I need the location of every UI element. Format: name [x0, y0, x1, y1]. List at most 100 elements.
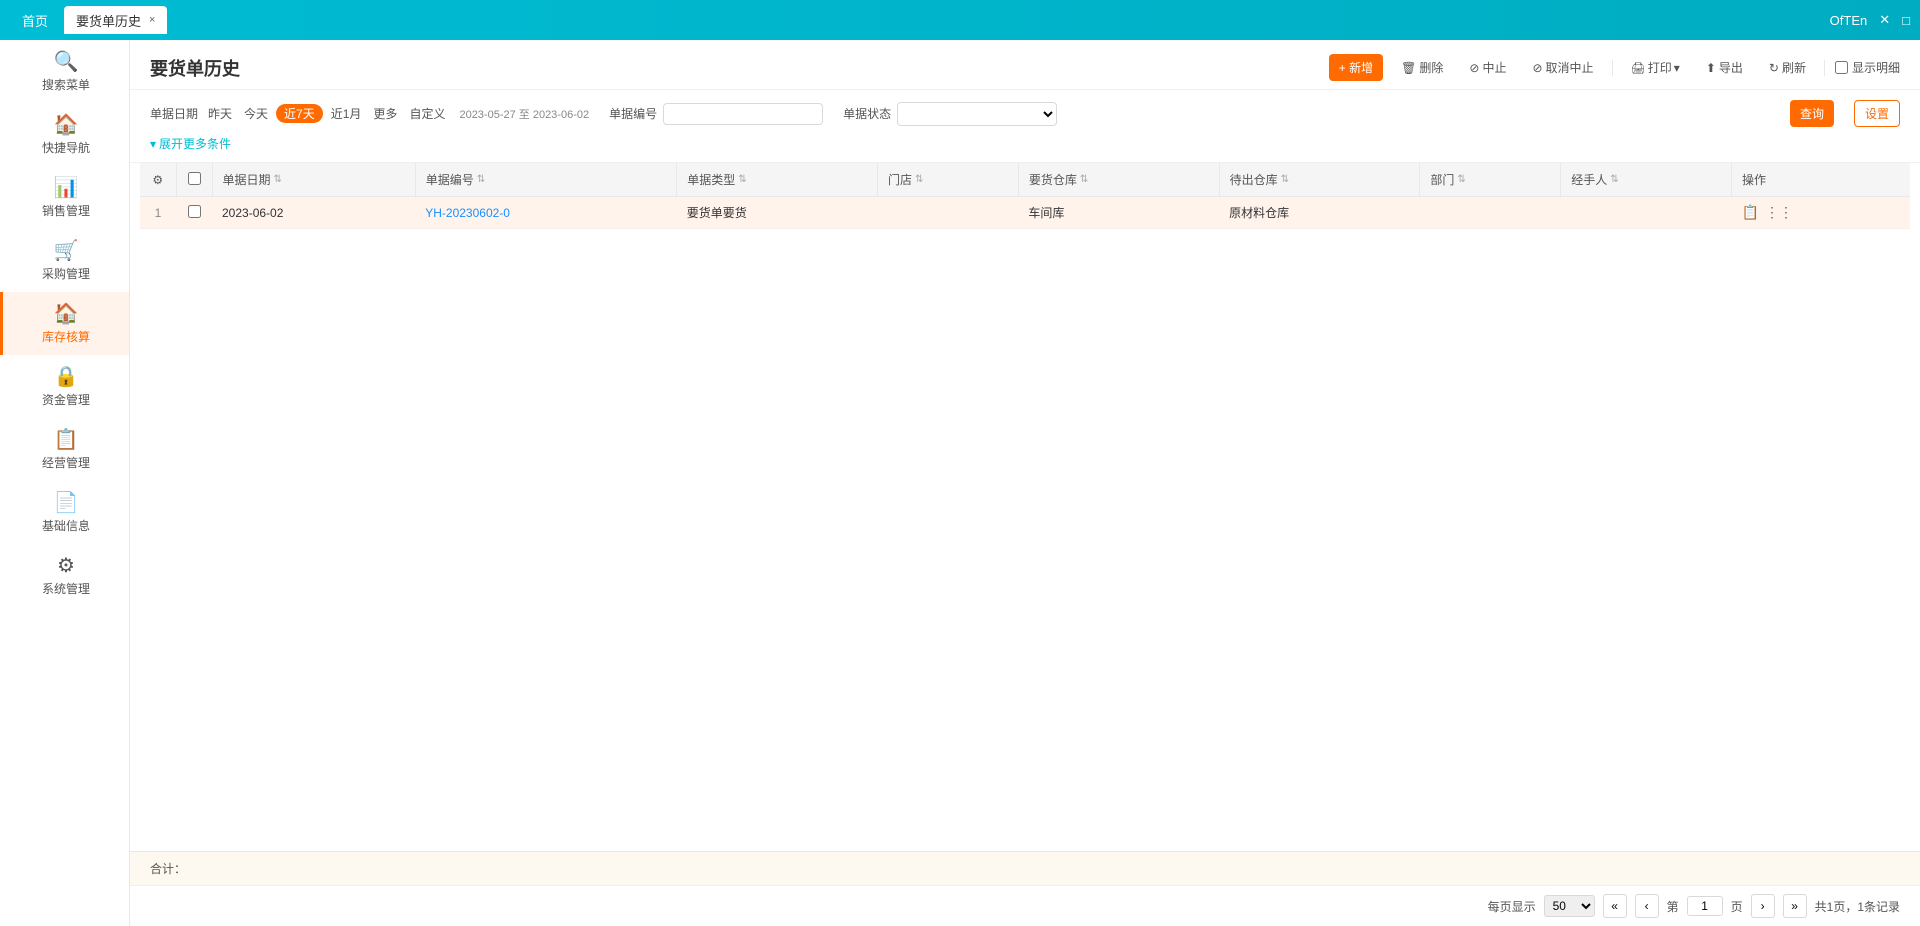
- sort-doc-type-icon: ⇅: [738, 174, 746, 185]
- sort-req-warehouse[interactable]: 要货仓库 ⇅: [1029, 171, 1209, 188]
- sort-dept[interactable]: 部门 ⇅: [1430, 171, 1550, 188]
- col-store-label: 门店: [888, 171, 912, 188]
- table-header-row: ⚙ 单据日期 ⇅ 单据编号: [140, 163, 1910, 197]
- sidebar-item-sales[interactable]: 📊 销售管理: [0, 166, 129, 229]
- sidebar-item-search-menu[interactable]: 🔍 搜索菜单: [0, 40, 129, 103]
- delete-button[interactable]: 🗑 删除: [1393, 55, 1451, 80]
- cancel-stop-icon: ⊘: [1532, 61, 1542, 75]
- table-footer: 合计：: [130, 851, 1920, 885]
- purchase-icon: 🛒: [54, 241, 79, 261]
- window-minimize-icon[interactable]: □: [1902, 13, 1910, 28]
- cell-check: [176, 197, 212, 229]
- sys-icon: ⚙: [57, 556, 75, 576]
- tab-close-icon[interactable]: ×: [149, 14, 155, 26]
- table-body: 1 2023-06-02 YH-20230602-0 要货单要货 车间库 原材料…: [140, 197, 1910, 229]
- add-button[interactable]: + 新增: [1329, 54, 1383, 81]
- date-btn-yesterday[interactable]: 昨天: [204, 104, 236, 123]
- divider-2: [1824, 60, 1825, 76]
- more-action-icon[interactable]: ⋮⋮: [1765, 204, 1793, 221]
- cell-doc-type: 要货单要货: [677, 197, 878, 229]
- date-btn-more[interactable]: 更多: [369, 104, 401, 123]
- sidebar-item-quick-label: 快捷导航: [42, 139, 90, 156]
- tab-requisition-history[interactable]: 要货单历史 ×: [64, 6, 167, 34]
- sidebar-item-basic-info[interactable]: 📄 基础信息: [0, 481, 129, 544]
- expand-more-row[interactable]: ▾ 展开更多条件: [150, 135, 1900, 152]
- cancel-stop-button[interactable]: ⊘ 取消中止: [1524, 55, 1601, 80]
- top-bar: 首页 要货单历史 × OfTEn ✕ □: [0, 0, 1920, 40]
- refresh-button[interactable]: ↻ 刷新: [1761, 55, 1814, 80]
- doc-no-input[interactable]: [663, 103, 823, 125]
- display-detail-checkbox[interactable]: [1835, 61, 1848, 74]
- doc-no-label: 单据编号: [609, 105, 657, 122]
- row-checkbox[interactable]: [188, 205, 201, 218]
- col-doc-type: 单据类型 ⇅: [677, 163, 878, 197]
- next-page-button[interactable]: ›: [1751, 894, 1775, 918]
- print-icon: 🖨: [1631, 61, 1646, 75]
- sidebar-item-inventory-label: 库存核算: [42, 328, 90, 345]
- cell-action: 📋 ⋮⋮: [1732, 197, 1910, 229]
- date-btn-custom[interactable]: 自定义: [405, 104, 449, 123]
- ops-icon: 📋: [54, 430, 79, 450]
- edit-action-icon[interactable]: 📋: [1742, 204, 1759, 221]
- page-title: 要货单历史: [150, 55, 240, 81]
- delete-label: 删除: [1419, 59, 1443, 76]
- sidebar-item-sales-label: 销售管理: [42, 202, 90, 219]
- stop-icon: ⊘: [1469, 61, 1479, 75]
- first-page-button[interactable]: «: [1603, 894, 1627, 918]
- col-action: 操作: [1732, 163, 1910, 197]
- table-container: ⚙ 单据日期 ⇅ 单据编号: [130, 163, 1920, 851]
- doc-date-label: 单据日期: [150, 105, 198, 122]
- page-unit: 页: [1731, 898, 1743, 915]
- sort-pending-warehouse[interactable]: 待出仓库 ⇅: [1230, 171, 1410, 188]
- query-button[interactable]: 查询: [1790, 100, 1834, 127]
- prev-page-button[interactable]: ‹: [1635, 894, 1659, 918]
- sidebar-item-purchase[interactable]: 🛒 采购管理: [0, 229, 129, 292]
- sort-handler-icon: ⇅: [1610, 174, 1618, 185]
- sidebar-item-inventory[interactable]: 🏠 库存核算: [0, 292, 129, 355]
- cancel-stop-label: 取消中止: [1546, 59, 1594, 76]
- doc-status-select[interactable]: [897, 102, 1057, 126]
- tab-home[interactable]: 首页: [10, 6, 60, 34]
- page-size-select[interactable]: 20 50 100 200: [1544, 895, 1595, 917]
- sort-store[interactable]: 门店 ⇅: [888, 171, 1008, 188]
- sidebar-item-quick-nav[interactable]: 🏠 快捷导航: [0, 103, 129, 166]
- export-button[interactable]: ⬆ 导出: [1698, 55, 1751, 80]
- expand-more-label: 展开更多条件: [159, 135, 231, 152]
- date-btn-7days[interactable]: 近7天: [276, 104, 323, 123]
- date-btn-1month[interactable]: 近1月: [327, 104, 366, 123]
- sidebar-item-sys-mgmt[interactable]: ⚙ 系统管理: [0, 544, 129, 607]
- sidebar-item-sys-label: 系统管理: [42, 580, 90, 597]
- stop-button[interactable]: ⊘ 中止: [1461, 55, 1514, 80]
- col-req-warehouse-label: 要货仓库: [1029, 171, 1077, 188]
- date-btn-today[interactable]: 今天: [240, 104, 272, 123]
- export-icon: ⬆: [1706, 61, 1716, 75]
- sort-doc-type[interactable]: 单据类型 ⇅: [687, 171, 867, 188]
- filter-area: 单据日期 昨天 今天 近7天 近1月 更多 自定义 2023-05-27 至 2…: [130, 90, 1920, 163]
- last-page-button[interactable]: »: [1783, 894, 1807, 918]
- sort-handler[interactable]: 经手人 ⇅: [1571, 171, 1721, 188]
- page-number-input[interactable]: [1687, 896, 1723, 916]
- print-label: 打印: [1648, 59, 1672, 76]
- sidebar-item-ops[interactable]: 📋 经营管理: [0, 418, 129, 481]
- page-size-label: 每页显示: [1488, 898, 1536, 915]
- window-close-icon[interactable]: ✕: [1879, 12, 1890, 28]
- cell-doc-date: 2023-06-02: [212, 197, 415, 229]
- settings-button[interactable]: 设置: [1854, 100, 1900, 127]
- sort-pending-wh-icon: ⇅: [1281, 174, 1289, 185]
- basic-info-icon: 📄: [54, 493, 79, 513]
- select-all-checkbox[interactable]: [188, 172, 201, 185]
- col-pending-warehouse-label: 待出仓库: [1230, 171, 1278, 188]
- doc-no-link[interactable]: YH-20230602-0: [425, 206, 510, 220]
- display-detail-toggle[interactable]: 显示明细: [1835, 59, 1900, 76]
- filter-group-status: 单据状态: [843, 102, 1057, 126]
- quick-nav-icon: 🏠: [54, 115, 79, 135]
- table-row: 1 2023-06-02 YH-20230602-0 要货单要货 车间库 原材料…: [140, 197, 1910, 229]
- sort-doc-date[interactable]: 单据日期 ⇅: [223, 171, 405, 188]
- sidebar-item-search-label: 搜索菜单: [42, 76, 90, 93]
- print-button[interactable]: 🖨 打印 ▾: [1623, 55, 1688, 80]
- sort-doc-no[interactable]: 单据编号 ⇅: [426, 171, 667, 188]
- filter-group-docno: 单据编号: [609, 103, 823, 125]
- col-dept-label: 部门: [1430, 171, 1454, 188]
- col-doc-no: 单据编号 ⇅: [415, 163, 677, 197]
- sidebar-item-finance[interactable]: 🔒 资金管理: [0, 355, 129, 418]
